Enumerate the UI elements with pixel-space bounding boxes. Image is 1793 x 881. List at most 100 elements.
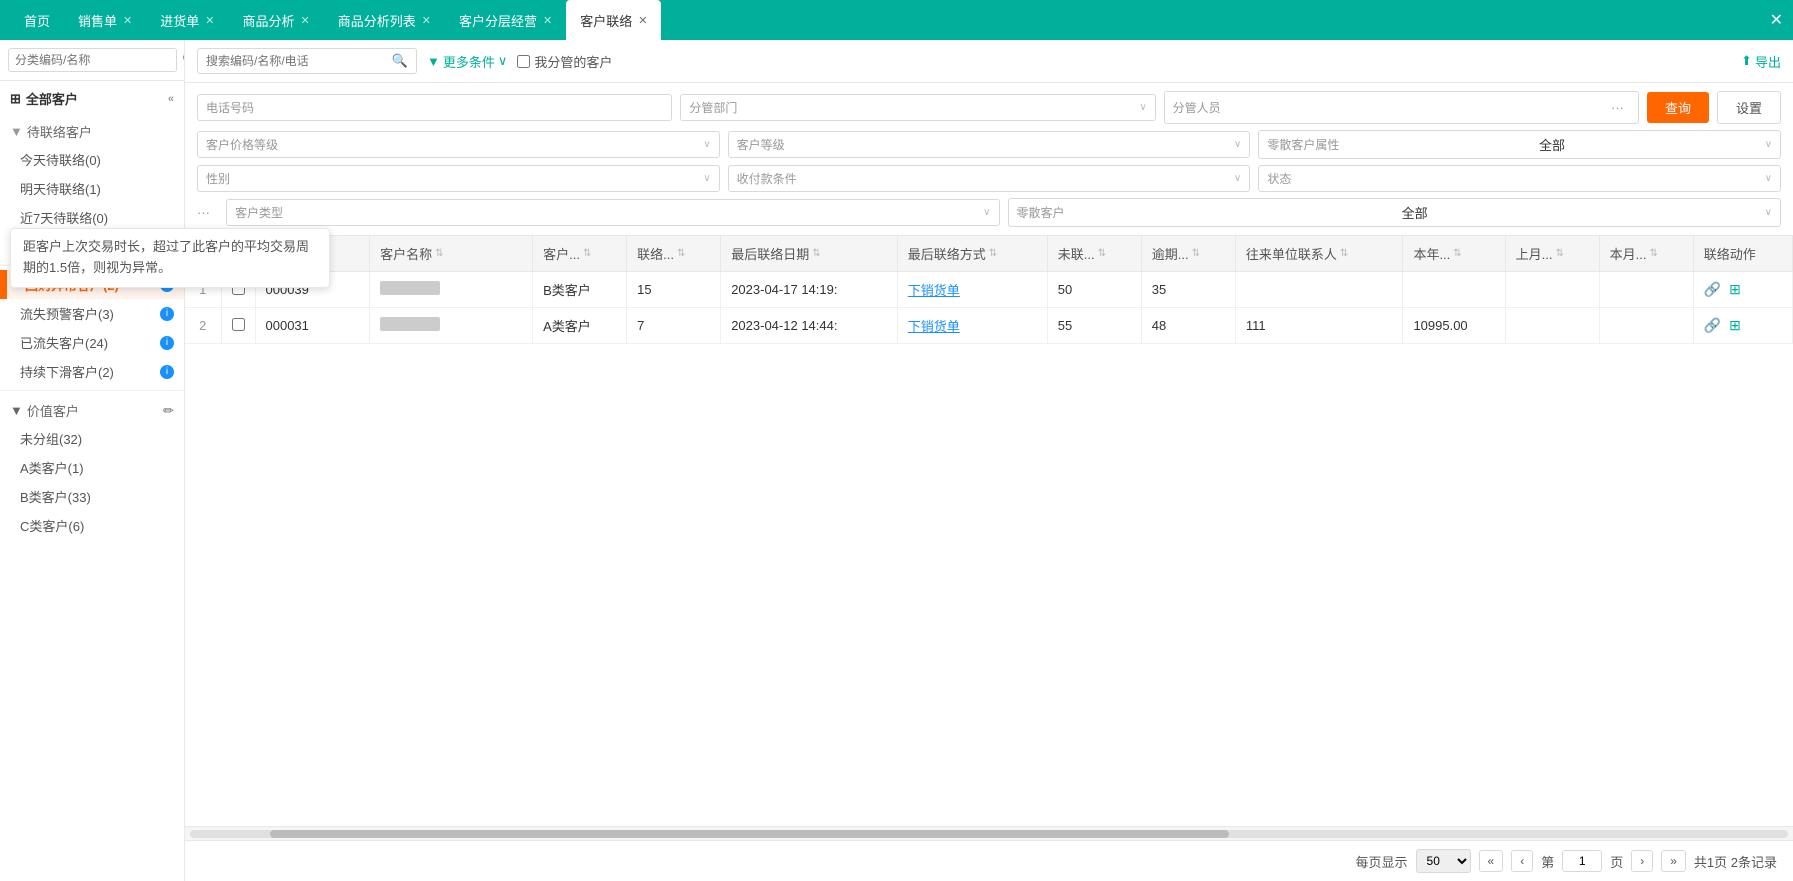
th-name[interactable]: 客户名称⇅ [370, 236, 533, 272]
status-field[interactable]: 状态 ∨ [1258, 165, 1781, 192]
sort-level-icon[interactable]: ⇅ [583, 248, 591, 259]
page-input[interactable] [1562, 850, 1602, 872]
value-edit-icon[interactable]: ✏ [163, 403, 174, 419]
row-contact-count-1: 15 [627, 272, 721, 308]
row-last-method-1[interactable]: 下销货单 [897, 272, 1047, 308]
sidebar-item-declining[interactable]: 持续下滑客户(2) i [0, 357, 184, 386]
horizontal-scrollbar[interactable] [185, 826, 1793, 840]
nav-item-purchase[interactable]: 进货单 ✕ [146, 0, 228, 40]
more-conditions-btn[interactable]: ▼ 更多条件 ∨ [427, 52, 507, 71]
next-page-btn[interactable]: › [1631, 850, 1653, 872]
sidebar-item-ungroup[interactable]: 未分组(32) [0, 424, 184, 453]
nav-item-customer-tier[interactable]: 客户分层经营 ✕ [445, 0, 566, 40]
sort-last-month-icon[interactable]: ⇅ [1555, 248, 1563, 259]
payment-field[interactable]: 收付款条件 ∨ [728, 165, 1251, 192]
nav-close-analysis[interactable]: ✕ [301, 14, 310, 27]
sidebar-item-lost[interactable]: 已流失客户(24) i [0, 328, 184, 357]
scroll-track[interactable] [190, 830, 1788, 838]
retail-customer-label: 零散客户 [1017, 204, 1065, 221]
scroll-thumb[interactable] [270, 830, 1229, 838]
filter-search-icon[interactable]: 🔍 [392, 53, 408, 69]
row-2-checkbox[interactable] [232, 318, 245, 331]
my-customers-filter[interactable]: 我分管的客户 [517, 52, 612, 71]
customer-type-field[interactable]: 客户类型 ∨ [226, 199, 1000, 226]
query-btn[interactable]: 查询 [1647, 92, 1709, 123]
action-menu-icon-1[interactable]: ⊞ [1729, 281, 1741, 298]
nav-close-sales[interactable]: ✕ [123, 14, 132, 27]
dept-field[interactable]: 分管部门 ∨ [680, 94, 1155, 121]
sidebar-item-today[interactable]: 今天待联络(0) [0, 145, 184, 174]
collapse-icon[interactable]: « [168, 93, 174, 105]
sidebar-item-a-class[interactable]: A类客户(1) [0, 453, 184, 482]
sidebar-item-tomorrow[interactable]: 明天待联络(1) [0, 174, 184, 203]
th-this-month-label: 本月... [1610, 244, 1647, 263]
sidebar-item-c-class[interactable]: C类客户(6) [0, 511, 184, 540]
info-icon-lost[interactable]: i [160, 307, 174, 321]
pending-group[interactable]: ▼ 待联络客户 [0, 116, 184, 145]
nav-item-customer-contact[interactable]: 客户联络 ✕ [566, 0, 661, 40]
row4-dots[interactable]: ··· [197, 205, 210, 220]
th-contact-count[interactable]: 联络...⇅ [627, 236, 721, 272]
sort-this-year-icon[interactable]: ⇅ [1453, 248, 1461, 259]
th-overdue[interactable]: 逾期...⇅ [1141, 236, 1235, 272]
sort-overdue-icon[interactable]: ⇅ [1192, 248, 1200, 259]
last-page-btn[interactable]: » [1661, 850, 1686, 872]
set-btn[interactable]: 设置 [1717, 91, 1781, 124]
per-page-select[interactable]: 50 10 20 100 [1416, 849, 1471, 873]
nav-item-home[interactable]: 首页 [10, 0, 64, 40]
export-btn[interactable]: ⬆ 导出 [1741, 52, 1781, 71]
table-area[interactable]: ⚙ 客户编码⇅ 客户名称⇅ 客户...⇅ [185, 236, 1793, 826]
retail-attr-field[interactable]: 零散客户属性 全部 ∨ [1258, 130, 1781, 159]
nav-close-analysis-list[interactable]: ✕ [422, 14, 431, 27]
sidebar-item-b-class[interactable]: B类客户(33) [0, 482, 184, 511]
customer-level-field[interactable]: 客户等级 ∨ [728, 131, 1251, 158]
row-no-contact-2: 55 [1047, 308, 1141, 344]
row-last-method-2[interactable]: 下销货单 [897, 308, 1047, 344]
action-menu-icon-2[interactable]: ⊞ [1729, 317, 1741, 334]
sidebar-body: ⊞ 全部客户 « ▼ 待联络客户 今天待联络(0) 明天待联络(1) 近7天待联… [0, 81, 184, 881]
gender-field[interactable]: 性别 ∨ [197, 165, 720, 192]
manager-field[interactable]: 分管人员 ··· [1164, 91, 1639, 124]
first-page-btn[interactable]: « [1479, 850, 1504, 872]
nav-item-sales[interactable]: 销售单 ✕ [64, 0, 146, 40]
sort-contact-icon[interactable]: ⇅ [677, 248, 685, 259]
sort-company-contact-icon[interactable]: ⇅ [1340, 248, 1348, 259]
nav-close-all-btn[interactable]: ✕ [1770, 10, 1783, 30]
nav-close-customer-contact[interactable]: ✕ [638, 14, 647, 27]
sort-method-icon[interactable]: ⇅ [989, 248, 997, 259]
my-customers-checkbox[interactable] [517, 55, 530, 68]
phone-field[interactable]: 电话号码 [197, 94, 672, 121]
manager-label: 分管人员 [1173, 99, 1221, 116]
action-link-icon-1[interactable]: 🔗 [1704, 281, 1721, 298]
retail-customer-field[interactable]: 零散客户 全部 ∨ [1008, 198, 1782, 227]
prev-page-btn[interactable]: ‹ [1511, 850, 1533, 872]
sidebar-search-input[interactable] [8, 48, 177, 72]
action-link-icon-2[interactable]: 🔗 [1704, 317, 1721, 334]
manager-dots[interactable]: ··· [1605, 96, 1630, 119]
th-company-contact[interactable]: 往来单位联系人⇅ [1235, 236, 1403, 272]
th-no-contact[interactable]: 未联...⇅ [1047, 236, 1141, 272]
nav-item-analysis[interactable]: 商品分析 ✕ [228, 0, 323, 40]
row-checkbox-2[interactable] [221, 308, 255, 344]
th-last-contact-method[interactable]: 最后联络方式⇅ [897, 236, 1047, 272]
info-icon-lost2[interactable]: i [160, 336, 174, 350]
th-this-year[interactable]: 本年...⇅ [1403, 236, 1505, 272]
filter-search-input[interactable] [206, 54, 392, 68]
th-this-month[interactable]: 本月...⇅ [1599, 236, 1693, 272]
info-icon-declining[interactable]: i [160, 365, 174, 379]
th-last-contact-date[interactable]: 最后联络日期⇅ [721, 236, 898, 272]
sidebar-all-customers[interactable]: ⊞ 全部客户 « [0, 81, 184, 116]
value-group[interactable]: ▼ 价值客户 ✏ [0, 395, 184, 424]
sort-date-icon[interactable]: ⇅ [812, 248, 820, 259]
th-level[interactable]: 客户...⇅ [533, 236, 627, 272]
sidebar-item-lost-warning[interactable]: 流失预警客户(3) i [0, 299, 184, 328]
sort-name-icon[interactable]: ⇅ [435, 248, 443, 259]
nav-close-customer-tier[interactable]: ✕ [543, 14, 552, 27]
price-level-field[interactable]: 客户价格等级 ∨ [197, 131, 720, 158]
sort-this-month-icon[interactable]: ⇅ [1650, 248, 1658, 259]
sort-no-contact-icon[interactable]: ⇅ [1098, 248, 1106, 259]
nav-item-analysis-list[interactable]: 商品分析列表 ✕ [324, 0, 445, 40]
nav-close-purchase[interactable]: ✕ [205, 14, 214, 27]
th-last-month[interactable]: 上月...⇅ [1505, 236, 1599, 272]
tooltip-text: 距客户上次交易时长，超过了此客户的平均交易周期的1.5倍，则视为异常。 [185, 239, 309, 275]
